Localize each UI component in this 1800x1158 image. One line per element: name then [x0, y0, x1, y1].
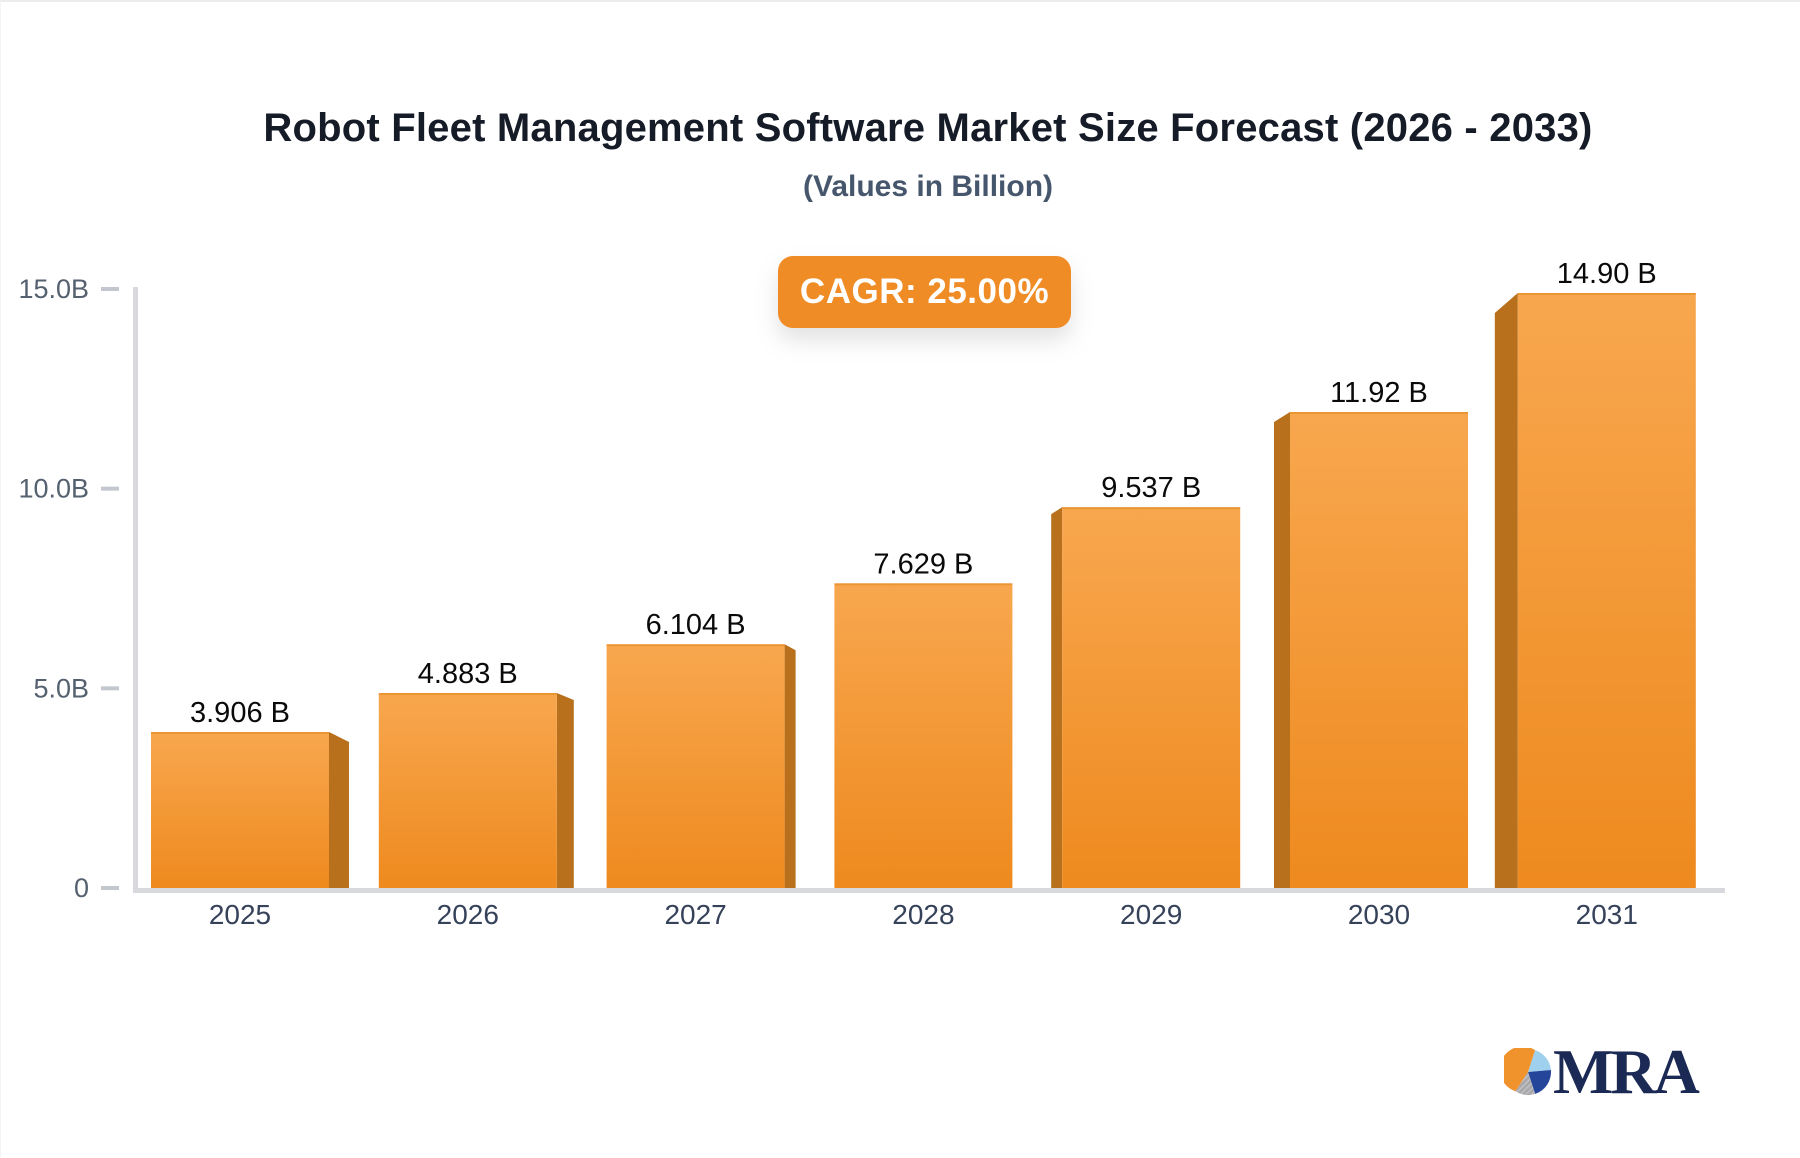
bar-value-label-2027: 6.104 B [646, 609, 746, 641]
bar-value-label-2026: 4.883 B [418, 658, 518, 690]
x-axis-line [133, 888, 1725, 893]
bar-2031 [1517, 292, 1696, 888]
chart-canvas: Robot Fleet Management Software Market S… [0, 0, 1800, 1158]
x-category-label-2028: 2028 [892, 899, 954, 930]
y-tick-label-0: 0 [74, 873, 89, 903]
bar-top-edge-2026 [378, 693, 557, 696]
x-category-label-2031: 2031 [1576, 899, 1638, 930]
x-category-label-2025: 2025 [209, 899, 271, 930]
bar-value-label-2028: 7.629 B [873, 548, 973, 580]
bar-side-2029 [1051, 507, 1063, 888]
bar-top-edge-2031 [1517, 292, 1696, 295]
bar-top-edge-2028 [834, 583, 1013, 586]
x-category-label-2027: 2027 [664, 899, 726, 930]
y-tick-10.0B [101, 486, 119, 491]
bar-side-2030 [1274, 411, 1290, 888]
bar-value-label-2031: 14.90 B [1557, 258, 1657, 290]
pie-chart-logo-icon [1504, 1048, 1551, 1096]
bar-value-label-2029: 9.537 B [1101, 472, 1201, 504]
bar-2025 [151, 732, 329, 888]
y-tick-label-15.0B: 15.0B [18, 274, 89, 304]
bar-2028 [834, 583, 1013, 888]
bar-side-2027 [784, 644, 796, 888]
y-tick-0 [101, 886, 119, 890]
bar-side-2025 [329, 732, 349, 888]
y-tick-label-5.0B: 5.0B [33, 673, 89, 703]
bar-2026 [378, 693, 557, 888]
bar-value-label-2025: 3.906 B [190, 697, 290, 729]
bar-top-edge-2025 [151, 732, 329, 735]
bar-value-label-2030: 11.92 B [1330, 377, 1428, 409]
bar-top-edge-2030 [1290, 411, 1468, 414]
y-tick-label-10.0B: 10.0B [18, 474, 89, 504]
y-tick-5.0B [101, 686, 119, 691]
bar-top-edge-2027 [606, 644, 785, 647]
x-category-label-2026: 2026 [437, 899, 499, 930]
y-tick-15.0B [101, 287, 119, 291]
bar-2030 [1290, 411, 1468, 888]
x-category-label-2030: 2030 [1348, 899, 1410, 930]
bar-chart: 15.0B 10.0B 5.0B 0 3.906 B 2025 4.883 B 2026 6.1… [18, 258, 1725, 930]
bar-side-2026 [556, 693, 574, 888]
brand-logo: MRA [1504, 1036, 1700, 1107]
bar-2027 [606, 644, 785, 888]
y-axis-line [133, 287, 138, 893]
bar-2029 [1062, 507, 1241, 888]
brand-logo-text: MRA [1553, 1036, 1700, 1107]
bar-top-edge-2029 [1062, 507, 1241, 510]
bar-side-2031 [1494, 292, 1518, 888]
x-category-label-2029: 2029 [1120, 899, 1182, 930]
